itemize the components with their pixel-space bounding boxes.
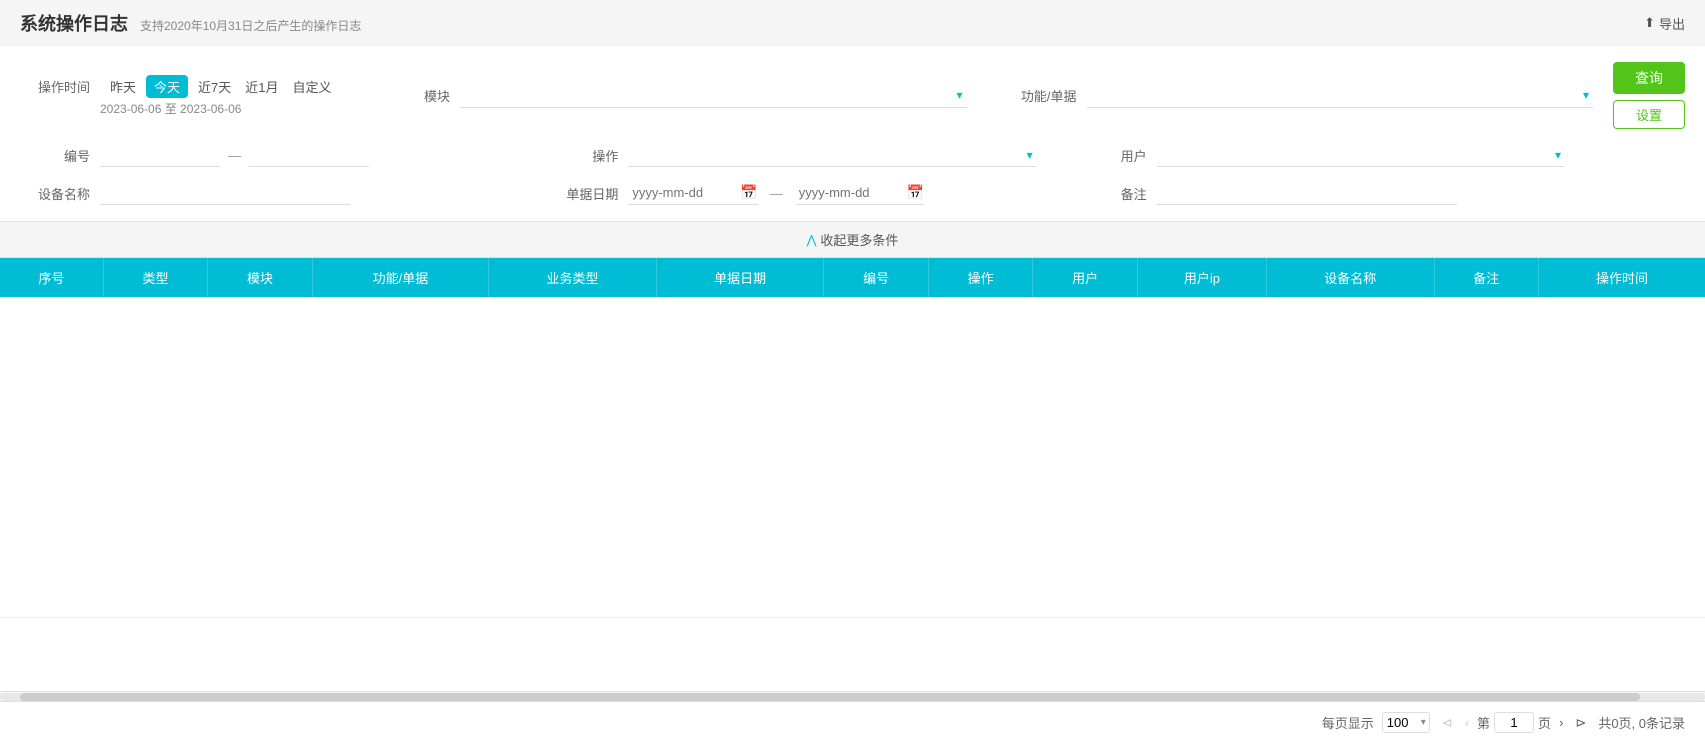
collapse-label: 收起更多条件 — [820, 230, 898, 249]
remark-label: 备注 — [1077, 184, 1157, 203]
table-header-row: 序号类型模块功能/单据业务类型单据日期编号操作用户用户ip设备名称备注操作时间 — [0, 258, 1705, 297]
code-section: 编号 — — [20, 143, 508, 167]
time-btn-yesterday[interactable]: 昨天 — [106, 75, 140, 98]
prev-page-button[interactable]: ‹ — [1461, 713, 1473, 732]
scrollbar-area — [0, 691, 1705, 701]
page-input[interactable] — [1494, 712, 1534, 733]
operation-select[interactable] — [628, 143, 1036, 166]
next-page-button[interactable]: › — [1555, 713, 1567, 732]
device-section: 设备名称 — [20, 181, 508, 205]
page-header: 系统操作日志 支持2020年10月31日之后产生的操作日志 ⬆ 导出 — [0, 0, 1705, 46]
table-col-编号: 编号 — [824, 258, 928, 297]
user-select-wrap: ▾ — [1157, 143, 1565, 167]
table-col-设备名称: 设备名称 — [1266, 258, 1434, 297]
export-label: 导出 — [1659, 14, 1685, 33]
filter-row-3: 设备名称 单据日期 📅 — 📅 备注 — [20, 181, 1685, 205]
pagination: 每页显示 100 10 20 50 200 ▾ ⊲ ‹ 第 页 › ⊳ 共0页,… — [0, 701, 1705, 743]
table-col-操作时间: 操作时间 — [1539, 258, 1705, 297]
date-range: 📅 — 📅 — [628, 181, 924, 205]
calendar-to-icon[interactable]: 📅 — [907, 184, 924, 201]
table-col-序号: 序号 — [0, 258, 103, 297]
function-label: 功能/单据 — [1007, 86, 1087, 105]
page-label: 第 — [1477, 713, 1490, 732]
page-suffix: 页 — [1538, 713, 1551, 732]
time-options: 昨天 今天 近7天 近1月 自定义 — [106, 75, 336, 98]
code-dash: — — [228, 148, 241, 163]
user-select[interactable] — [1157, 143, 1565, 166]
filter-row-1: 操作时间 昨天 今天 近7天 近1月 自定义 2023-06-06 至 2023… — [20, 62, 1685, 129]
time-btn-7days[interactable]: 近7天 — [194, 75, 235, 98]
table-col-单据日期: 单据日期 — [656, 258, 824, 297]
date-section: 单据日期 📅 — 📅 — [548, 181, 1036, 205]
per-page-select[interactable]: 100 10 20 50 200 — [1387, 715, 1425, 730]
per-page-label: 每页显示 — [1322, 713, 1374, 732]
first-page-button[interactable]: ⊲ — [1438, 713, 1457, 733]
scrollbar-thumb[interactable] — [20, 693, 1640, 701]
time-btn-custom[interactable]: 自定义 — [289, 75, 336, 98]
function-section: 功能/单据 ▾ — [1007, 84, 1594, 108]
module-select[interactable] — [460, 84, 967, 107]
page-subtitle: 支持2020年10月31日之后产生的操作日志 — [140, 17, 361, 34]
table-body — [0, 297, 1705, 617]
date-to-input[interactable] — [795, 181, 905, 204]
table-col-用户: 用户 — [1033, 258, 1137, 297]
table-col-备注: 备注 — [1434, 258, 1538, 297]
filter-area: 操作时间 昨天 今天 近7天 近1月 自定义 2023-06-06 至 2023… — [0, 46, 1705, 222]
date-from-input[interactable] — [628, 181, 738, 204]
date-to-wrap: 📅 — [795, 181, 924, 205]
date-label: 单据日期 — [548, 184, 628, 203]
module-section: 模块 ▾ — [380, 84, 967, 108]
code-input-to[interactable] — [249, 143, 369, 167]
data-table: 序号类型模块功能/单据业务类型单据日期编号操作用户用户ip设备名称备注操作时间 — [0, 258, 1705, 618]
table-col-模块: 模块 — [208, 258, 312, 297]
operation-label: 操作 — [548, 146, 628, 165]
page-container: 系统操作日志 支持2020年10月31日之后产生的操作日志 ⬆ 导出 操作时间 … — [0, 0, 1705, 743]
action-buttons: 查询 设置 — [1613, 62, 1685, 129]
time-range: 2023-06-06 至 2023-06-06 — [100, 102, 241, 116]
module-label: 模块 — [380, 86, 460, 105]
export-button[interactable]: ⬆ 导出 — [1644, 14, 1685, 33]
time-btn-today[interactable]: 今天 — [146, 75, 188, 98]
code-label: 编号 — [20, 146, 100, 165]
table-col-业务类型: 业务类型 — [489, 258, 657, 297]
device-label: 设备名称 — [20, 184, 100, 203]
table-header: 序号类型模块功能/单据业务类型单据日期编号操作用户用户ip设备名称备注操作时间 — [0, 258, 1705, 297]
table-wrap: 序号类型模块功能/单据业务类型单据日期编号操作用户用户ip设备名称备注操作时间 — [0, 258, 1705, 691]
function-select[interactable] — [1087, 84, 1594, 107]
chevron-up-icon: ⋀ — [807, 233, 817, 247]
module-select-wrap: ▾ — [460, 84, 967, 108]
date-dash: — — [770, 186, 783, 201]
operation-select-wrap: ▾ — [628, 143, 1036, 167]
scrollbar-track — [0, 693, 1705, 701]
table-empty-row — [0, 297, 1705, 617]
per-page-select-wrap: 100 10 20 50 200 ▾ — [1382, 712, 1430, 733]
time-btn-1month[interactable]: 近1月 — [241, 75, 282, 98]
code-input-from[interactable] — [100, 143, 220, 167]
settings-button[interactable]: 设置 — [1613, 100, 1685, 129]
remark-input[interactable] — [1157, 181, 1457, 205]
user-section: 用户 ▾ — [1077, 143, 1565, 167]
calendar-from-icon[interactable]: 📅 — [740, 184, 757, 201]
table-col-功能/单据: 功能/单据 — [312, 258, 488, 297]
device-input[interactable] — [100, 181, 350, 205]
export-icon: ⬆ — [1644, 15, 1655, 31]
function-select-wrap: ▾ — [1087, 84, 1594, 108]
collapse-row: ⋀ 收起更多条件 — [0, 222, 1705, 258]
table-col-用户ip: 用户ip — [1137, 258, 1266, 297]
header-left: 系统操作日志 支持2020年10月31日之后产生的操作日志 — [20, 10, 361, 36]
last-page-button[interactable]: ⊳ — [1571, 713, 1590, 733]
page-nav: ⊲ ‹ 第 页 › ⊳ — [1438, 712, 1591, 733]
operation-section: 操作 ▾ — [548, 143, 1036, 167]
total-info: 共0页, 0条记录 — [1598, 713, 1685, 732]
table-col-操作: 操作 — [928, 258, 1032, 297]
table-col-类型: 类型 — [103, 258, 207, 297]
time-label: 操作时间 — [20, 77, 100, 96]
user-label: 用户 — [1077, 146, 1157, 165]
date-from-wrap: 📅 — [628, 181, 757, 205]
collapse-button[interactable]: ⋀ 收起更多条件 — [807, 230, 899, 249]
page-title: 系统操作日志 — [20, 10, 128, 36]
filter-row-2: 编号 — 操作 ▾ 用户 — [20, 143, 1685, 167]
query-button[interactable]: 查询 — [1613, 62, 1685, 94]
remark-section: 备注 — [1077, 181, 1565, 205]
